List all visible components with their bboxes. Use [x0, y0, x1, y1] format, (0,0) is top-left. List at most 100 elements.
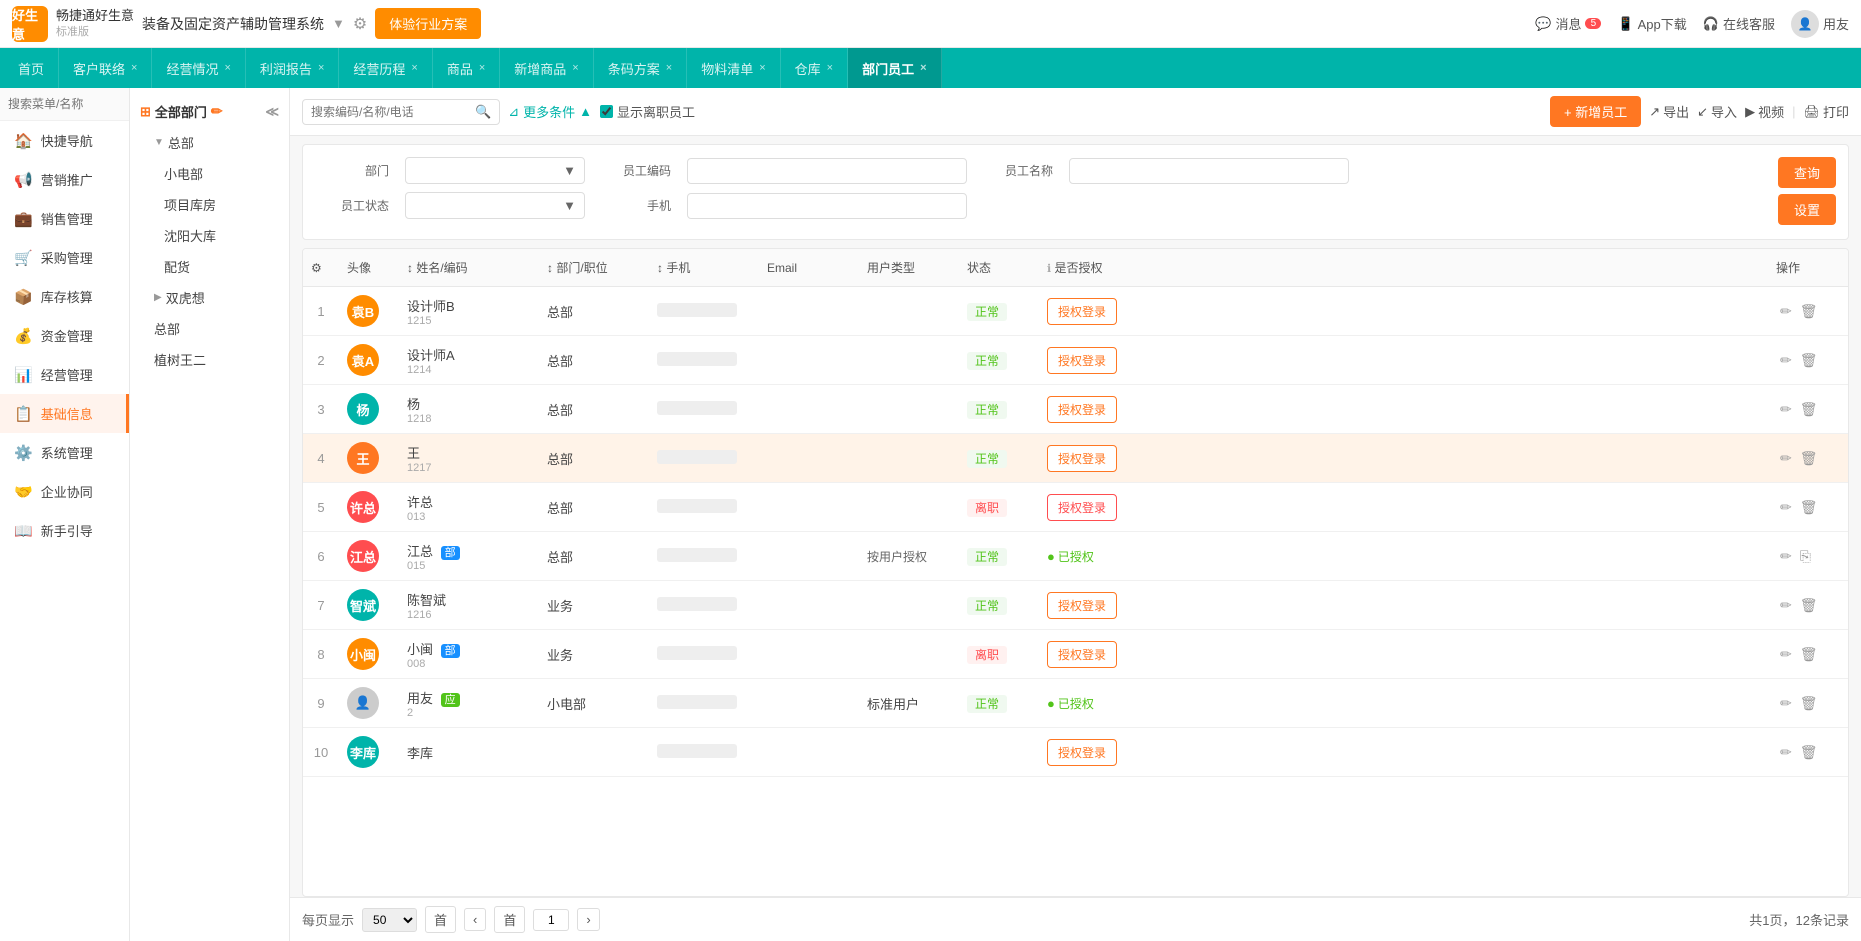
- import-btn[interactable]: ↙ 导入: [1697, 102, 1737, 121]
- delete-btn[interactable]: 🗑: [1796, 399, 1822, 420]
- close-icon[interactable]: ×: [920, 62, 926, 74]
- next-page-btn[interactable]: ›: [577, 908, 599, 931]
- delete-btn[interactable]: 🗑: [1796, 301, 1822, 322]
- auth-login-btn[interactable]: 授权登录: [1047, 445, 1117, 472]
- sidebar-item-inventory[interactable]: 📦库存核算: [0, 277, 129, 316]
- delete-btn[interactable]: 🗑: [1796, 350, 1822, 371]
- gear-icon[interactable]: ⚙: [353, 14, 367, 34]
- dept-node-small-elec[interactable]: 小电部: [130, 158, 289, 189]
- dept-node-project[interactable]: 项目库房: [130, 189, 289, 220]
- sidebar-item-marketing[interactable]: 📢营销推广: [0, 160, 129, 199]
- delete-btn[interactable]: 🗑: [1796, 693, 1822, 714]
- tab-customer[interactable]: 客户联络×: [59, 48, 152, 88]
- page-input[interactable]: [533, 909, 569, 931]
- info-icon[interactable]: ℹ: [1047, 263, 1051, 275]
- edit-btn[interactable]: ✏: [1776, 595, 1796, 616]
- emp-status-select[interactable]: ▼: [405, 192, 585, 219]
- emp-name-input[interactable]: [1069, 158, 1349, 184]
- dept-node-dispatch[interactable]: 配货: [130, 251, 289, 282]
- view-btn[interactable]: ▶ 视频: [1745, 102, 1784, 121]
- close-icon[interactable]: ×: [827, 62, 833, 74]
- close-icon[interactable]: ×: [224, 62, 230, 74]
- auth-login-btn[interactable]: 授权登录: [1047, 641, 1117, 668]
- system-title-dropdown[interactable]: ▼: [332, 16, 345, 31]
- delete-btn[interactable]: 🗑: [1796, 644, 1822, 665]
- delete-btn[interactable]: 🗑: [1796, 595, 1822, 616]
- delete-btn[interactable]: 🗑: [1796, 497, 1822, 518]
- more-filter-btn[interactable]: ⊿ 更多条件 ▲: [508, 102, 592, 121]
- show-resigned-checkbox[interactable]: 显示离职员工: [600, 102, 695, 121]
- message-btn[interactable]: 💬 消息 5: [1535, 14, 1601, 33]
- edit-btn[interactable]: ✏: [1776, 350, 1796, 371]
- edit-btn[interactable]: ✏: [1776, 693, 1796, 714]
- add-employee-btn[interactable]: + 新增员工: [1550, 96, 1641, 127]
- sidebar-item-guide[interactable]: 📖新手引导: [0, 511, 129, 550]
- edit-btn[interactable]: ✏: [1776, 497, 1796, 518]
- user-menu[interactable]: 👤 用友: [1791, 10, 1849, 38]
- sidebar-item-purchase[interactable]: 🛒采购管理: [0, 238, 129, 277]
- col-phone[interactable]: ↕ 手机: [649, 249, 759, 287]
- col-settings[interactable]: ⚙: [303, 249, 339, 287]
- col-dept[interactable]: ↕ 部门/职位: [539, 249, 649, 287]
- page-size-select[interactable]: 50 100: [362, 908, 417, 932]
- print-btn[interactable]: 🖨 打印: [1803, 102, 1849, 121]
- collapse-btn[interactable]: ≪: [265, 104, 279, 120]
- tab-profit[interactable]: 利润报告×: [246, 48, 339, 88]
- first-page-btn[interactable]: 首: [425, 906, 456, 933]
- close-icon[interactable]: ×: [666, 62, 672, 74]
- edit-btn[interactable]: ✏: [1776, 546, 1796, 567]
- edit-btn[interactable]: ✏: [1776, 448, 1796, 469]
- online-service-btn[interactable]: 🎧 在线客服: [1703, 14, 1775, 33]
- auth-login-btn[interactable]: 授权登录: [1047, 347, 1117, 374]
- delete-btn[interactable]: 🗑: [1796, 448, 1822, 469]
- tab-barcode[interactable]: 条码方案×: [594, 48, 687, 88]
- phone-input[interactable]: [687, 193, 967, 219]
- tab-operation[interactable]: 经营情况×: [152, 48, 245, 88]
- tab-history[interactable]: 经营历程×: [339, 48, 432, 88]
- tab-add-goods[interactable]: 新增商品×: [500, 48, 593, 88]
- tab-home[interactable]: 首页: [4, 48, 59, 88]
- dept-edit-icon[interactable]: ✏: [211, 103, 223, 120]
- auth-login-btn[interactable]: 授权登录: [1047, 592, 1117, 619]
- close-icon[interactable]: ×: [759, 62, 765, 74]
- dept-node-headquarters[interactable]: ▼ 总部: [130, 127, 289, 158]
- auth-login-btn[interactable]: 授权登录: [1047, 298, 1117, 325]
- dept-node-shuanghu[interactable]: ▶ 双虎想: [130, 282, 289, 313]
- set-button[interactable]: 设置: [1778, 194, 1836, 225]
- edit-btn[interactable]: ✏: [1776, 399, 1796, 420]
- auth-login-btn[interactable]: 授权登录: [1047, 396, 1117, 423]
- sidebar-item-collab[interactable]: 🤝企业协同: [0, 472, 129, 511]
- copy-btn[interactable]: ⎘: [1796, 546, 1815, 567]
- auth-login-btn[interactable]: 授权登录: [1047, 739, 1117, 766]
- edit-btn[interactable]: ✏: [1776, 644, 1796, 665]
- sidebar-item-system[interactable]: ⚙️系统管理: [0, 433, 129, 472]
- dept-node-zhishu[interactable]: 植树王二: [130, 344, 289, 375]
- col-name[interactable]: ↕ 姓名/编码: [399, 249, 539, 287]
- close-icon[interactable]: ×: [411, 62, 417, 74]
- trial-button[interactable]: 体验行业方案: [375, 8, 481, 39]
- close-icon[interactable]: ×: [479, 62, 485, 74]
- search-field[interactable]: [311, 105, 471, 119]
- edit-btn[interactable]: ✏: [1776, 301, 1796, 322]
- dept-node-shenyang[interactable]: 沈阳大库: [130, 220, 289, 251]
- emp-code-input[interactable]: [687, 158, 967, 184]
- dept-node-hq2[interactable]: 总部: [130, 313, 289, 344]
- sidebar-item-quicknav[interactable]: 🏠快捷导航: [0, 121, 129, 160]
- tab-warehouse[interactable]: 仓库×: [781, 48, 848, 88]
- sidebar-item-finance[interactable]: 💰资金管理: [0, 316, 129, 355]
- close-icon[interactable]: ×: [318, 62, 324, 74]
- sidebar-item-basic[interactable]: 📋基础信息: [0, 394, 129, 433]
- auth-login-btn[interactable]: 授权登录: [1047, 494, 1117, 521]
- query-button[interactable]: 查询: [1778, 157, 1836, 188]
- dept-select[interactable]: ▼: [405, 157, 585, 184]
- close-icon[interactable]: ×: [572, 62, 578, 74]
- tab-goods[interactable]: 商品×: [433, 48, 500, 88]
- resigned-checkbox[interactable]: [600, 105, 613, 118]
- delete-btn[interactable]: 🗑: [1796, 742, 1822, 763]
- export-btn[interactable]: ↗ 导出: [1649, 102, 1689, 121]
- sidebar-item-sales[interactable]: 💼销售管理: [0, 199, 129, 238]
- close-icon[interactable]: ×: [131, 62, 137, 74]
- prev-page-btn[interactable]: ‹: [464, 908, 486, 931]
- edit-btn[interactable]: ✏: [1776, 742, 1796, 763]
- sidebar-item-operation[interactable]: 📊经营管理: [0, 355, 129, 394]
